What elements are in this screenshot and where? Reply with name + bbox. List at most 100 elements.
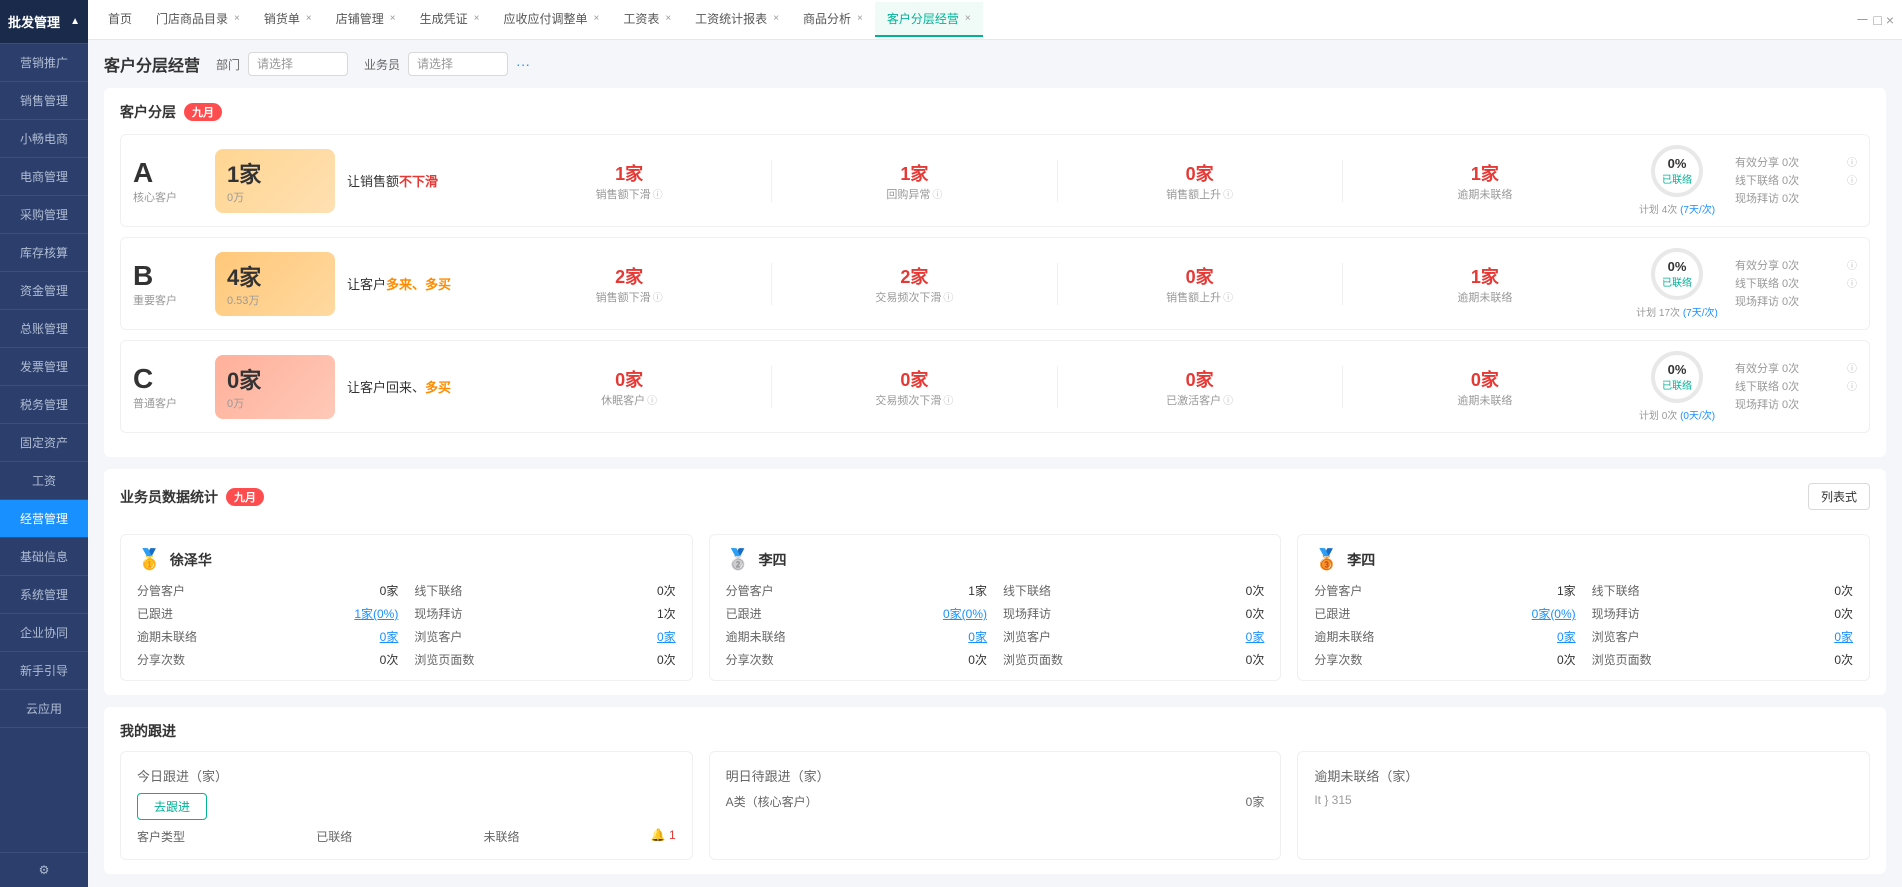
sidebar-item-qyxt[interactable]: 企业协同 <box>0 614 88 652</box>
tab-close-voucher[interactable]: × <box>474 13 480 24</box>
follow-today-card: 今日跟进（家） 去跟进 客户类型 已联络 未联络 🔔 1 <box>120 751 693 860</box>
staff-card-2: 🥉 李四 分管客户 1家 线下联络 0次 已跟进 <box>1297 534 1870 681</box>
my-follow-section: 我的跟进 今日跟进（家） 去跟进 客户类型 已联络 未联络 🔔 1 <box>104 707 1886 874</box>
staff-stat-xxxl-2: 线下联络 0次 <box>1592 582 1853 599</box>
sidebar-header: 批发管理 ▲ <box>0 0 88 44</box>
sidebar-collapse-icon[interactable]: ▲ <box>70 16 80 27</box>
sidebar-item-jcxx[interactable]: 基础信息 <box>0 538 88 576</box>
staff-stat-fgkh-1: 分管客户 1家 <box>726 582 987 599</box>
follow-overdue-card: 逾期未联络（家） It } 315 <box>1297 751 1870 860</box>
staff-stats-title: 业务员数据统计 九月 <box>120 487 264 507</box>
page-title: 客户分层经营 <box>104 52 200 76</box>
staff-stat-fxcs-0: 分享次数 0次 <box>137 651 398 668</box>
sidebar-settings[interactable]: ⚙ <box>0 852 88 887</box>
follow-overdue-title: 逾期未联络（家） <box>1314 766 1853 785</box>
tier-c-stat-3[interactable]: 0家 逾期未联络 <box>1343 366 1627 408</box>
tier-a-stat-1[interactable]: 1家 回购异常 ⓘ <box>772 160 1057 202</box>
tab-close-store-manage[interactable]: × <box>390 13 396 24</box>
staff-filter: 业务员 请选择 ··· <box>364 52 530 76</box>
sidebar-item-kchj[interactable]: 库存核算 <box>0 234 88 272</box>
tab-product-analysis[interactable]: 商品分析 × <box>791 2 875 37</box>
tier-a-stat-2[interactable]: 0家 销售额上升 ⓘ <box>1058 160 1343 202</box>
tier-b-stat-0[interactable]: 2家 销售额下滑 ⓘ <box>487 263 772 305</box>
tab-customer-tier[interactable]: 客户分层经营 × <box>875 2 983 37</box>
dept-label: 部门 <box>216 56 240 73</box>
page-header: 客户分层经营 部门 请选择 业务员 请选择 ··· <box>104 52 1886 76</box>
staff-stats-header: 业务员数据统计 九月 列表式 <box>120 483 1870 510</box>
sidebar-item-gdcz[interactable]: 固定资产 <box>0 424 88 462</box>
staff-stat-llkh-0: 浏览客户 0家 <box>414 628 675 645</box>
staff-stat-llkh-2: 浏览客户 0家 <box>1592 628 1853 645</box>
minimize-icon[interactable]: － <box>1855 10 1869 30</box>
tab-close-payroll[interactable]: × <box>665 13 671 24</box>
sidebar-item-xtgl[interactable]: 系统管理 <box>0 576 88 614</box>
staff-stat-llym-1: 浏览页面数 0次 <box>1003 651 1264 668</box>
tier-b-circle: 0% 已联络 计划 17次 (7天/次) <box>1627 248 1727 319</box>
sidebar-item-jygl[interactable]: 经营管理 <box>0 500 88 538</box>
staff-stat-yjj-2: 已跟进 0家(0%) <box>1314 605 1575 622</box>
list-view-button[interactable]: 列表式 <box>1808 483 1870 510</box>
tab-home[interactable]: 首页 <box>96 2 144 37</box>
follow-tomorrow-card: 明日待跟进（家） A类（核心客户） 0家 <box>709 751 1282 860</box>
sidebar-item-cxgl[interactable]: 采购管理 <box>0 196 88 234</box>
tier-a-slogan: 让销售额不下滑 <box>347 171 487 190</box>
staff-stat-fxcs-2: 分享次数 0次 <box>1314 651 1575 668</box>
tab-store-products[interactable]: 门店商品目录 × <box>144 2 252 37</box>
tier-b-stat-1[interactable]: 2家 交易频次下滑 ⓘ <box>772 263 1057 305</box>
tab-bar: 首页 门店商品目录 × 销货单 × 店铺管理 × 生成凭证 × 应收应付调整单 … <box>88 0 1902 40</box>
more-filter-btn[interactable]: ··· <box>516 56 530 72</box>
sidebar-item-yxtg[interactable]: 营销推广 <box>0 44 88 82</box>
tab-close-product-analysis[interactable]: × <box>857 13 863 24</box>
customer-tier-title: 客户分层 九月 <box>120 102 1870 122</box>
tab-store-manage[interactable]: 店铺管理 × <box>324 2 408 37</box>
customer-tier-section: 客户分层 九月 A 核心客户 1家 0万 让销售额不下滑 1家 <box>104 88 1886 457</box>
tab-close-sales-order[interactable]: × <box>306 13 312 24</box>
staff-stat-yjj-1: 已跟进 0家(0%) <box>726 605 987 622</box>
tier-a-circle: 0% 已联络 计划 4次 (7天/次) <box>1627 145 1727 216</box>
tab-close-customer-tier[interactable]: × <box>965 13 971 24</box>
staff-stats-2: 分管客户 1家 线下联络 0次 已跟进 0家(0%) 现场拜访 <box>1314 582 1853 668</box>
tier-a-stat-0[interactable]: 1家 销售额下滑 ⓘ <box>487 160 772 202</box>
staff-name-0: 徐泽华 <box>170 550 212 570</box>
sidebar-item-zjgl[interactable]: 资金管理 <box>0 272 88 310</box>
tier-c-stat-1[interactable]: 0家 交易频次下滑 ⓘ <box>772 366 1057 408</box>
sidebar-item-dsgl[interactable]: 电商管理 <box>0 158 88 196</box>
tier-b-side: 有效分享 0次ⓘ 线下联络 0次ⓘ 现场拜访 0次 <box>1727 257 1857 311</box>
go-follow-button[interactable]: 去跟进 <box>137 793 207 820</box>
sidebar-item-gz[interactable]: 工资 <box>0 462 88 500</box>
sidebar-item-yyyp[interactable]: 云应用 <box>0 690 88 728</box>
sidebar-item-xcdds[interactable]: 小畅电商 <box>0 120 88 158</box>
tab-payroll[interactable]: 工资表 × <box>611 2 683 37</box>
staff-stat-yjj-0: 已跟进 1家(0%) <box>137 605 398 622</box>
staff-card-1: 🥈 李四 分管客户 1家 线下联络 0次 已跟进 <box>709 534 1282 681</box>
tab-sales-order[interactable]: 销货单 × <box>252 2 324 37</box>
sidebar-item-swgl[interactable]: 税务管理 <box>0 386 88 424</box>
tab-window-controls: － □ × <box>1855 10 1894 30</box>
tab-close-payroll-report[interactable]: × <box>773 13 779 24</box>
dept-select[interactable]: 请选择 <box>248 52 348 76</box>
tier-c-label: C 普通客户 <box>133 363 203 411</box>
tier-b-stat-3[interactable]: 1家 逾期未联络 <box>1343 263 1627 305</box>
tier-a-stats: 1家 销售额下滑 ⓘ 1家 回购异常 ⓘ 0家 销售额上升 ⓘ 1家 逾期未联络 <box>487 160 1627 202</box>
close-icon[interactable]: × <box>1886 12 1894 28</box>
staff-select[interactable]: 请选择 <box>408 52 508 76</box>
tier-b-stat-2[interactable]: 0家 销售额上升 ⓘ <box>1058 263 1343 305</box>
tier-c-stat-0[interactable]: 0家 休眠客户 ⓘ <box>487 366 772 408</box>
tab-close-store-products[interactable]: × <box>234 13 240 24</box>
tier-c-stat-2[interactable]: 0家 已激活客户 ⓘ <box>1058 366 1343 408</box>
sidebar-item-xsyd[interactable]: 新手引导 <box>0 652 88 690</box>
tier-row-c: C 普通客户 0家 0万 让客户回来、多买 0家 休眠客户 ⓘ 0家 <box>120 340 1870 433</box>
sidebar-item-fpgl[interactable]: 发票管理 <box>0 348 88 386</box>
tier-b-count: 4家 0.53万 <box>215 252 335 316</box>
sidebar-item-zzgl[interactable]: 总账管理 <box>0 310 88 348</box>
tab-close-ar-ap[interactable]: × <box>593 13 599 24</box>
tab-payroll-report[interactable]: 工资统计报表 × <box>683 2 791 37</box>
tier-c-count: 0家 0万 <box>215 355 335 419</box>
maximize-icon[interactable]: □ <box>1873 12 1881 28</box>
staff-month-badge: 九月 <box>226 488 264 506</box>
tab-ar-ap[interactable]: 应收应付调整单 × <box>491 2 611 37</box>
tab-voucher[interactable]: 生成凭证 × <box>408 2 492 37</box>
sidebar-item-xsgl[interactable]: 销售管理 <box>0 82 88 120</box>
staff-stat-yqwll-1: 逾期未联络 0家 <box>726 628 987 645</box>
tier-a-stat-3[interactable]: 1家 逾期未联络 <box>1343 160 1627 202</box>
